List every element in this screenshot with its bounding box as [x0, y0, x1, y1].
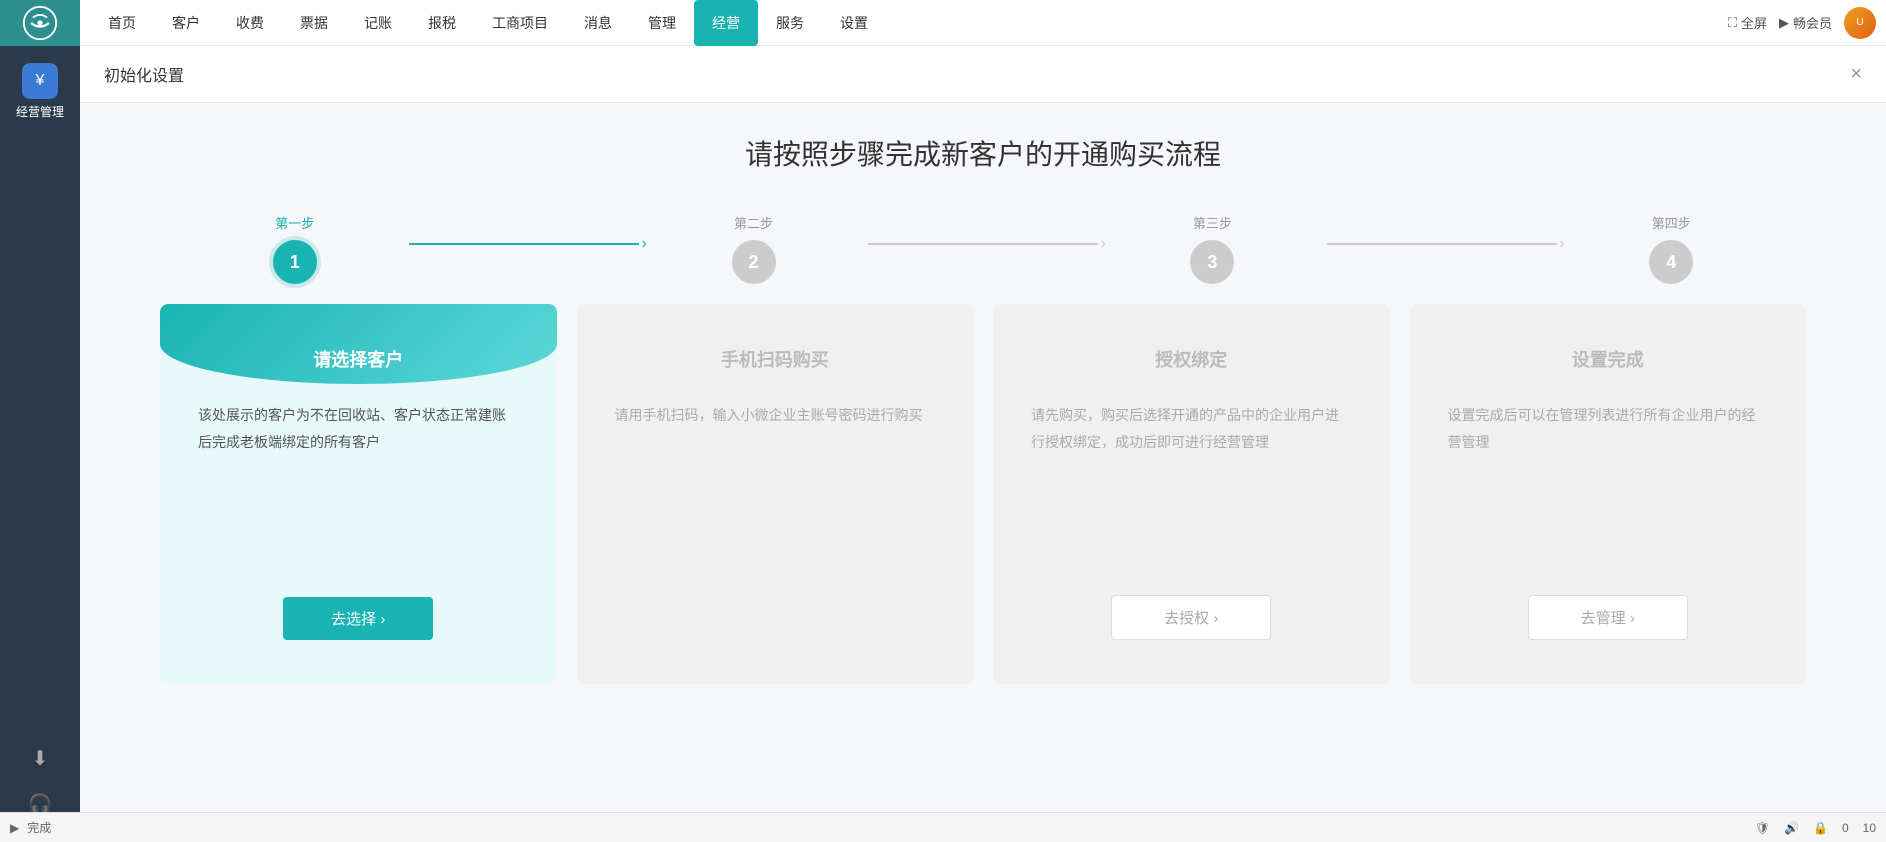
app-logo — [0, 0, 80, 46]
nav-item-business[interactable]: 工商项目 — [474, 0, 566, 46]
nav-item-service[interactable]: 服务 — [758, 0, 822, 46]
nav-right: ⛶ 全屏 ▶ 畅会员 U — [1728, 7, 1876, 39]
arrow-3: › — [1327, 243, 1556, 245]
card-3-desc-area: 请先购买，购买后选择开通的产品中的企业用户进行授权绑定，成功后即可进行经营管理 — [1017, 386, 1366, 575]
card-2: 手机扫码购买 请用手机扫码，输入小微企业主账号密码进行购买 — [577, 304, 974, 684]
card-1-action: 去选择 › — [184, 577, 533, 660]
card-4: 设置完成 设置完成后可以在管理列表进行所有企业用户的经营管理 去管理 › — [1410, 304, 1807, 684]
nav-items: 首页 客户 收费 票据 记账 报税 工商项目 消息 管理 经营 服务 设置 — [90, 0, 1728, 46]
step-4-node: 第四步 4 — [1557, 213, 1786, 284]
step-1-label: 第一步 — [275, 213, 314, 232]
nav-item-fee[interactable]: 收费 — [218, 0, 282, 46]
step-3-label: 第三步 — [1193, 213, 1232, 232]
sidebar: ¥ 经营管理 ⬇ 🎧 — [0, 46, 80, 842]
steps-row: 第一步 1 › 第二步 2 › 第三步 — [120, 213, 1846, 284]
wizard-container: 请按照步骤完成新客户的开通购买流程 第一步 1 › 第二步 2 › — [80, 103, 1886, 714]
taskbar-left: ▶ 完成 — [10, 819, 51, 836]
nav-item-management[interactable]: 管理 — [630, 0, 694, 46]
nav-item-settings[interactable]: 设置 — [822, 0, 886, 46]
wifi-label: 0 — [1842, 821, 1849, 835]
step-2-label: 第二步 — [734, 213, 773, 232]
nav-item-tax[interactable]: 报税 — [410, 0, 474, 46]
taskbar-play-icon: ▶ — [10, 821, 19, 835]
nav-item-accounting[interactable]: 记账 — [346, 0, 410, 46]
nav-item-customer[interactable]: 客户 — [154, 0, 218, 46]
taskbar: ▶ 完成 🛡 🔊 🔒 0 10 — [0, 812, 1886, 842]
card-4-header: 设置完成 — [1434, 328, 1783, 386]
sidebar-item-operation[interactable]: ¥ 经营管理 — [0, 56, 80, 126]
sidebar-bottom: ⬇ 🎧 — [22, 740, 58, 822]
card-1-desc: 该处展示的客户为不在回收站、客户状态正常建账后完成老板端绑定的所有客户 — [198, 402, 519, 455]
nav-item-invoice[interactable]: 票据 — [282, 0, 346, 46]
main-content: 初始化设置 × 请按照步骤完成新客户的开通购买流程 第一步 1 › 第二步 2 — [80, 46, 1886, 842]
download-icon[interactable]: ⬇ — [22, 740, 58, 776]
card-3-btn[interactable]: 去授权 › — [1111, 595, 1271, 640]
step-1-node: 第一步 1 — [180, 213, 409, 284]
card-3-title: 授权绑定 — [1155, 350, 1227, 370]
user-avatar[interactable]: U — [1844, 7, 1876, 39]
step-4-label: 第四步 — [1652, 213, 1691, 232]
card-3-header: 授权绑定 — [1017, 328, 1366, 386]
step-2-circle: 2 — [732, 240, 776, 284]
step-1-circle: 1 — [273, 240, 317, 284]
step-3-circle: 3 — [1190, 240, 1234, 284]
card-1-title: 请选择客户 — [313, 350, 403, 370]
fullscreen-btn[interactable]: ⛶ 全屏 — [1728, 13, 1767, 32]
cards-row: 请选择客户 该处展示的客户为不在回收站、客户状态正常建账后完成老板端绑定的所有客… — [120, 304, 1846, 684]
step-4-circle: 4 — [1649, 240, 1693, 284]
card-4-action: 去管理 › — [1434, 575, 1783, 660]
close-button[interactable]: × — [1850, 63, 1862, 86]
taskbar-status: 完成 — [27, 819, 51, 836]
card-2-desc: 请用手机扫码，输入小微企业主账号密码进行购买 — [615, 402, 936, 429]
shield-icon: 🛡 — [1755, 821, 1770, 835]
page-header: 初始化设置 × — [80, 46, 1886, 103]
battery-label: 10 — [1863, 821, 1876, 835]
step-3-node: 第三步 3 — [1098, 213, 1327, 284]
arrow-2: › — [868, 243, 1097, 245]
step-2-node: 第二步 2 — [639, 213, 868, 284]
wizard-heading: 请按照步骤完成新客户的开通购买流程 — [120, 133, 1846, 173]
card-2-desc-area: 请用手机扫码，输入小微企业主账号密码进行购买 — [601, 386, 950, 445]
nav-item-home[interactable]: 首页 — [90, 0, 154, 46]
operation-icon: ¥ — [22, 63, 58, 99]
card-3-desc: 请先购买，购买后选择开通的产品中的企业用户进行授权绑定，成功后即可进行经营管理 — [1031, 402, 1352, 455]
card-3: 授权绑定 请先购买，购买后选择开通的产品中的企业用户进行授权绑定，成功后即可进行… — [993, 304, 1390, 684]
card-4-btn[interactable]: 去管理 › — [1528, 595, 1688, 640]
page-title: 初始化设置 — [104, 62, 184, 86]
card-1-desc-area: 该处展示的客户为不在回收站、客户状态正常建账后完成老板端绑定的所有客户 — [184, 386, 533, 577]
card-4-title: 设置完成 — [1572, 350, 1644, 370]
volume-icon: 🔊 — [1784, 821, 1799, 835]
play-icon: ▶ — [1779, 15, 1789, 31]
taskbar-right: 🛡 🔊 🔒 0 10 — [1755, 821, 1876, 835]
arrow-1: › — [409, 243, 638, 245]
fullscreen-icon: ⛶ — [1728, 15, 1737, 31]
card-2-title: 手机扫码购买 — [721, 350, 829, 370]
card-3-action: 去授权 › — [1017, 575, 1366, 660]
card-4-desc: 设置完成后可以在管理列表进行所有企业用户的经营管理 — [1448, 402, 1769, 455]
vip-btn[interactable]: ▶ 畅会员 — [1779, 13, 1832, 32]
card-2-header: 手机扫码购买 — [601, 328, 950, 386]
lock-icon: 🔒 — [1813, 821, 1828, 835]
card-4-desc-area: 设置完成后可以在管理列表进行所有企业用户的经营管理 — [1434, 386, 1783, 575]
nav-item-message[interactable]: 消息 — [566, 0, 630, 46]
card-1: 请选择客户 该处展示的客户为不在回收站、客户状态正常建账后完成老板端绑定的所有客… — [160, 304, 557, 684]
card-1-btn[interactable]: 去选择 › — [283, 597, 433, 640]
top-nav: 首页 客户 收费 票据 记账 报税 工商项目 消息 管理 经营 服务 设置 ⛶ … — [80, 0, 1886, 46]
nav-item-operation[interactable]: 经营 — [694, 0, 758, 46]
